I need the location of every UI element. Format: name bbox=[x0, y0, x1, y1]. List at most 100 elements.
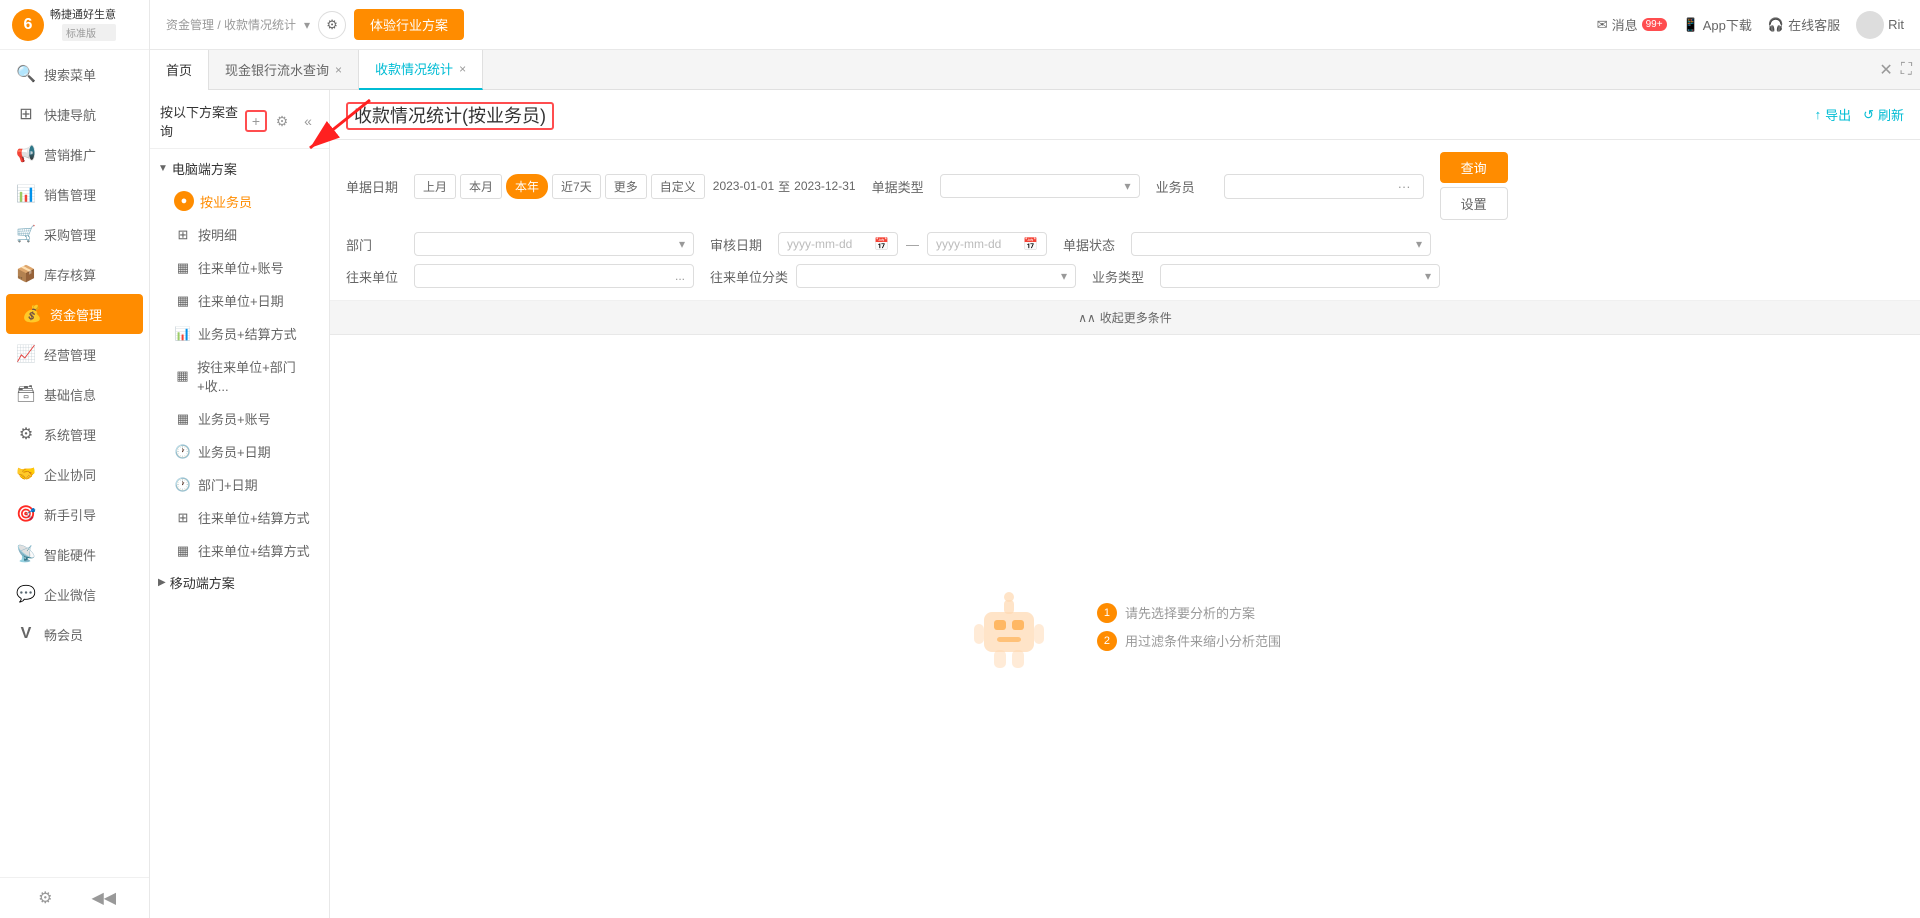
page-title-actions: ↑ 导出 ↺ 刷新 bbox=[1815, 105, 1904, 124]
collapse-chevron-icon: ∧∧ bbox=[1078, 311, 1096, 325]
tree-item-partner-dept-label: 按往来单位+部门+收... bbox=[197, 357, 321, 395]
tree-item-salesman-account[interactable]: ▦ 业务员+账号 bbox=[150, 402, 329, 435]
salesman-select[interactable]: ··· bbox=[1224, 174, 1424, 199]
sidebar-nav: 🔍 搜索菜单 ⊞ 快捷导航 📢 营销推广 📊 销售管理 🛒 采购管理 📦 库存核… bbox=[0, 50, 149, 877]
tree-item-partner-date[interactable]: ▦ 往来单位+日期 bbox=[150, 284, 329, 317]
tree-item-detail[interactable]: ⊞ 按明细 bbox=[150, 218, 329, 251]
online-service-button[interactable]: 🎧 在线客服 bbox=[1768, 15, 1840, 34]
collapse-panel-button[interactable]: « bbox=[297, 110, 319, 132]
partner-settle2-icon: ▦ bbox=[174, 542, 192, 560]
base-icon: 🗃 bbox=[16, 384, 36, 404]
tree-item-partner-dept[interactable]: ▦ 按往来单位+部门+收... bbox=[150, 350, 329, 402]
tab-home[interactable]: 首页 bbox=[150, 50, 209, 90]
sidebar: 6 畅捷通好生意 标准版 🔍 搜索菜单 ⊞ 快捷导航 📢 营销推广 📊 销售管理… bbox=[0, 0, 150, 918]
message-button[interactable]: ✉ 消息 99+ bbox=[1597, 15, 1667, 34]
breadcrumb-dropdown-icon[interactable]: ▾ bbox=[304, 18, 310, 32]
date-tab-7days[interactable]: 近7天 bbox=[552, 174, 601, 199]
refresh-button[interactable]: ↺ 刷新 bbox=[1863, 105, 1904, 124]
user-profile[interactable]: Rit bbox=[1856, 11, 1904, 39]
review-date-from[interactable]: yyyy-mm-dd 📅 bbox=[778, 232, 898, 256]
tab-home-label: 首页 bbox=[166, 60, 192, 79]
settings-button[interactable]: 设置 bbox=[1440, 187, 1508, 220]
settings-bottom-icon[interactable]: ⚙ bbox=[33, 886, 57, 910]
date-tab-last-month[interactable]: 上月 bbox=[414, 174, 456, 199]
date-tab-more[interactable]: 更多 bbox=[605, 174, 647, 199]
sidebar-item-wechat[interactable]: 💬 企业微信 bbox=[0, 574, 149, 614]
header-right: ✉ 消息 99+ 📱 App下载 🎧 在线客服 Rit bbox=[1597, 11, 1904, 39]
sidebar-item-corp[interactable]: 🤝 企业协同 bbox=[0, 454, 149, 494]
scheme-settings-button[interactable]: ⚙ bbox=[271, 110, 293, 132]
left-panel: 按以下方案查询 + ⚙ « ▼ bbox=[150, 90, 330, 918]
partner-type-select[interactable]: ▾ bbox=[796, 264, 1076, 288]
partner-more-icon[interactable]: ... bbox=[675, 269, 685, 283]
sidebar-item-system[interactable]: ⚙ 系统管理 bbox=[0, 414, 149, 454]
date-tab-this-year[interactable]: 本年 bbox=[506, 174, 548, 199]
sidebar-item-inventory[interactable]: 📦 库存核算 bbox=[0, 254, 149, 294]
add-scheme-button[interactable]: + bbox=[245, 110, 267, 132]
tree-item-salesman-settle[interactable]: 📊 业务员+结算方式 bbox=[150, 317, 329, 350]
sidebar-item-finance[interactable]: 💰 资金管理 bbox=[6, 294, 143, 334]
query-button[interactable]: 查询 bbox=[1440, 152, 1508, 183]
sidebar-item-guide[interactable]: 🎯 新手引导 bbox=[0, 494, 149, 534]
calendar-from-icon[interactable]: 📅 bbox=[874, 237, 889, 251]
left-panel-title: 按以下方案查询 bbox=[160, 102, 245, 140]
doc-status-field: 单据状态 ▾ bbox=[1063, 232, 1431, 256]
sidebar-label-inventory: 库存核算 bbox=[44, 265, 96, 284]
biz-type-select[interactable]: ▾ bbox=[1160, 264, 1440, 288]
scheme-tree: ▼ 电脑端方案 ● 按业务员 ⊞ 按明细 ▦ 往来单位+账号 bbox=[150, 149, 329, 602]
maximize-window-icon[interactable]: ⛶ bbox=[1901, 61, 1912, 79]
sidebar-item-hardware[interactable]: 📡 智能硬件 bbox=[0, 534, 149, 574]
message-badge: 99+ bbox=[1642, 18, 1667, 31]
refresh-label: 刷新 bbox=[1878, 105, 1904, 124]
tree-group-mobile-header[interactable]: ▶ 移动端方案 bbox=[150, 567, 329, 598]
collapse-sidebar-icon[interactable]: ◀◀ bbox=[92, 886, 116, 910]
sidebar-item-purchase[interactable]: 🛒 采购管理 bbox=[0, 214, 149, 254]
tree-item-partner-settle1[interactable]: ⊞ 往来单位+结算方式 bbox=[150, 501, 329, 534]
dept-select[interactable]: ▾ bbox=[414, 232, 694, 256]
tree-item-dept-date[interactable]: 🕐 部门+日期 bbox=[150, 468, 329, 501]
app-download-button[interactable]: 📱 App下载 bbox=[1683, 15, 1752, 34]
collapse-more-bar[interactable]: ∧∧ 收起更多条件 bbox=[330, 301, 1920, 335]
search-row-2: 部门 ▾ 审核日期 yyyy-mm-dd 📅 — bbox=[346, 232, 1904, 256]
export-button[interactable]: ↑ 导出 bbox=[1815, 105, 1852, 124]
right-content: 收款情况统计(按业务员) ↑ 导出 ↺ 刷新 bbox=[330, 90, 1920, 918]
tab-receipt-label: 收款情况统计 bbox=[375, 59, 453, 78]
partner-select[interactable]: ... bbox=[414, 264, 694, 288]
review-date-label: 审核日期 bbox=[710, 235, 770, 254]
sidebar-item-nav[interactable]: ⊞ 快捷导航 bbox=[0, 94, 149, 134]
sidebar-item-search[interactable]: 🔍 搜索菜单 bbox=[0, 54, 149, 94]
header-gear-button[interactable]: ⚙ bbox=[318, 11, 346, 39]
sidebar-label-hardware: 智能硬件 bbox=[44, 545, 96, 564]
date-tab-custom[interactable]: 自定义 bbox=[651, 174, 705, 199]
doc-status-select[interactable]: ▾ bbox=[1131, 232, 1431, 256]
sidebar-item-base[interactable]: 🗃 基础信息 bbox=[0, 374, 149, 414]
tree-item-partner-settle2[interactable]: ▦ 往来单位+结算方式 bbox=[150, 534, 329, 567]
trial-industry-button[interactable]: 体验行业方案 bbox=[354, 9, 464, 40]
purchase-icon: 🛒 bbox=[16, 224, 36, 244]
tab-receipt-close-icon[interactable]: × bbox=[459, 62, 466, 76]
close-window-icon[interactable]: ✕ bbox=[1879, 60, 1892, 80]
sidebar-item-ops[interactable]: 📈 经营管理 bbox=[0, 334, 149, 374]
tree-item-salesman[interactable]: ● 按业务员 bbox=[150, 184, 329, 218]
tree-group-pc-header[interactable]: ▼ 电脑端方案 bbox=[150, 153, 329, 184]
ops-icon: 📈 bbox=[16, 344, 36, 364]
sidebar-item-member[interactable]: V 畅会员 bbox=[0, 614, 149, 654]
tree-item-partner-account[interactable]: ▦ 往来单位+账号 bbox=[150, 251, 329, 284]
tab-receipt[interactable]: 收款情况统计 × bbox=[359, 50, 483, 90]
review-date-to[interactable]: yyyy-mm-dd 📅 bbox=[927, 232, 1047, 256]
sidebar-item-marketing[interactable]: 📢 营销推广 bbox=[0, 134, 149, 174]
tree-item-dept-date-label: 部门+日期 bbox=[198, 475, 258, 494]
tree-mobile-expand-icon: ▶ bbox=[158, 577, 166, 588]
sidebar-label-wechat: 企业微信 bbox=[44, 585, 96, 604]
corp-icon: 🤝 bbox=[16, 464, 36, 484]
inventory-icon: 📦 bbox=[16, 264, 36, 284]
tab-bank-close-icon[interactable]: × bbox=[335, 63, 342, 77]
export-icon: ↑ bbox=[1815, 107, 1822, 122]
date-tab-this-month[interactable]: 本月 bbox=[460, 174, 502, 199]
sidebar-item-sales[interactable]: 📊 销售管理 bbox=[0, 174, 149, 214]
tree-item-salesman-date[interactable]: 🕐 业务员+日期 bbox=[150, 435, 329, 468]
doc-type-select[interactable]: ▾ bbox=[940, 174, 1140, 198]
calendar-to-icon[interactable]: 📅 bbox=[1023, 237, 1038, 251]
tab-bank[interactable]: 现金银行流水查询 × bbox=[209, 50, 359, 90]
nav-icon: ⊞ bbox=[16, 104, 36, 124]
